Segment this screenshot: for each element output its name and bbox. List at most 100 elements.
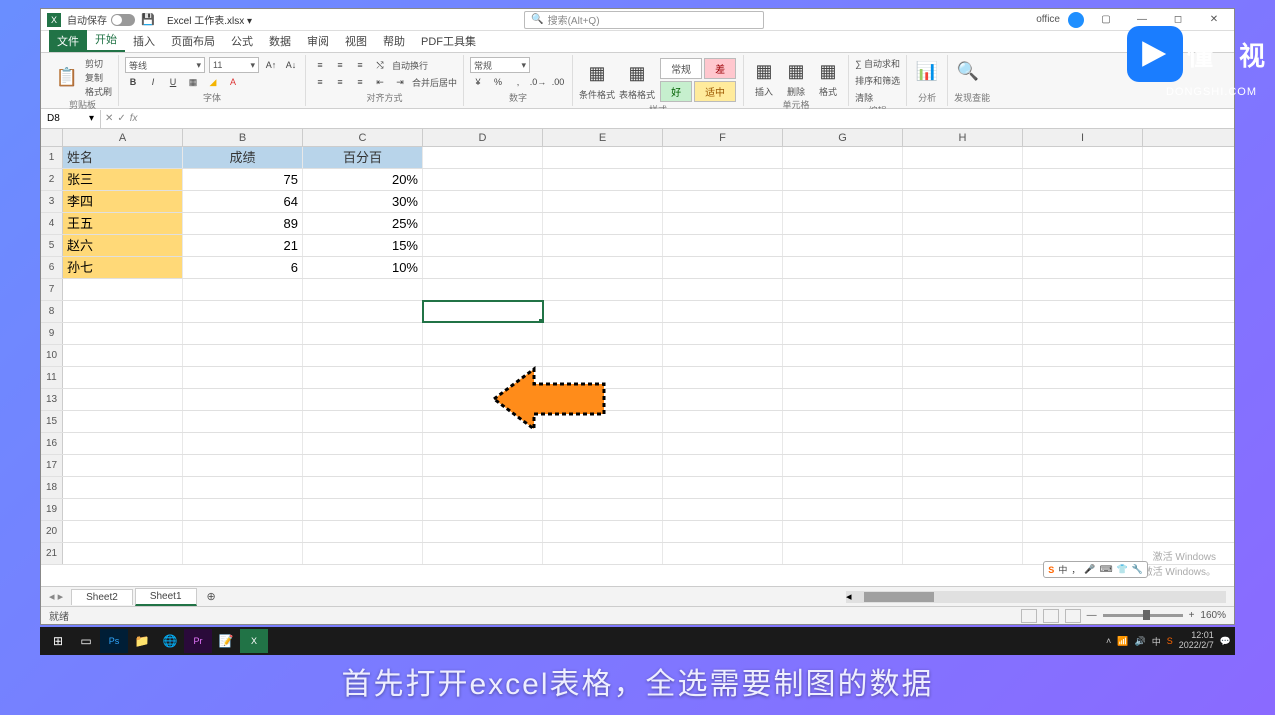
cell[interactable] bbox=[303, 367, 423, 388]
align-center-icon[interactable]: ≡ bbox=[332, 74, 348, 90]
tab-file[interactable]: 文件 bbox=[49, 30, 87, 52]
cell[interactable] bbox=[663, 543, 783, 564]
col-header[interactable]: H bbox=[903, 129, 1023, 146]
cell[interactable] bbox=[663, 323, 783, 344]
row-header[interactable]: 10 bbox=[41, 345, 63, 366]
cell[interactable] bbox=[1023, 191, 1143, 212]
decrease-font-icon[interactable]: A↓ bbox=[283, 57, 299, 73]
ribbon-options-icon[interactable]: ▢ bbox=[1092, 10, 1120, 30]
dec-inc-icon[interactable]: .0→ bbox=[530, 74, 546, 90]
page-layout-view-icon[interactable] bbox=[1043, 609, 1059, 623]
cell[interactable] bbox=[783, 301, 903, 322]
cell[interactable]: 赵六 bbox=[63, 235, 183, 256]
indent-dec-icon[interactable]: ⇤ bbox=[372, 74, 388, 90]
cell[interactable]: 百分百 bbox=[303, 147, 423, 168]
cond-format-icon[interactable]: ▦ bbox=[583, 60, 611, 88]
cell[interactable] bbox=[903, 191, 1023, 212]
col-header[interactable]: A bbox=[63, 129, 183, 146]
cell[interactable] bbox=[1023, 323, 1143, 344]
cell[interactable] bbox=[183, 455, 303, 476]
cell[interactable] bbox=[903, 499, 1023, 520]
taskbar-app-ps[interactable]: Ps bbox=[100, 629, 128, 653]
cell[interactable] bbox=[663, 345, 783, 366]
cell[interactable] bbox=[1023, 301, 1143, 322]
cell[interactable] bbox=[903, 323, 1023, 344]
autosum-button[interactable]: ∑ 自动求和 bbox=[855, 57, 900, 70]
comma-icon[interactable]: , bbox=[510, 74, 526, 90]
currency-icon[interactable]: ¥ bbox=[470, 74, 486, 90]
wrap-text-button[interactable]: 自动换行 bbox=[392, 59, 428, 72]
tray-volume-icon[interactable]: 🔊 bbox=[1134, 636, 1145, 647]
cell[interactable] bbox=[783, 499, 903, 520]
font-color-icon[interactable]: A bbox=[225, 74, 241, 90]
cell[interactable] bbox=[1023, 213, 1143, 234]
cell[interactable] bbox=[183, 477, 303, 498]
cell[interactable] bbox=[303, 323, 423, 344]
horizontal-scrollbar[interactable]: ◂ bbox=[846, 591, 1226, 603]
cell[interactable] bbox=[303, 455, 423, 476]
font-size-select[interactable]: 11▾ bbox=[209, 57, 259, 73]
cell[interactable] bbox=[183, 345, 303, 366]
cell[interactable] bbox=[783, 345, 903, 366]
enter-fx-icon[interactable]: ✓ bbox=[117, 113, 125, 124]
cell[interactable] bbox=[783, 521, 903, 542]
add-sheet-button[interactable]: ⊕ bbox=[199, 590, 224, 603]
action-center-icon[interactable]: 💬 bbox=[1220, 636, 1231, 647]
align-right-icon[interactable]: ≡ bbox=[352, 74, 368, 90]
cell[interactable] bbox=[543, 147, 663, 168]
fx-icon[interactable]: fx bbox=[130, 113, 138, 124]
cell[interactable] bbox=[423, 433, 543, 454]
analysis-icon[interactable]: 📊 bbox=[913, 57, 941, 85]
cell[interactable] bbox=[663, 499, 783, 520]
zoom-level[interactable]: 160% bbox=[1200, 610, 1226, 621]
cell[interactable] bbox=[783, 477, 903, 498]
cell[interactable] bbox=[543, 191, 663, 212]
cell[interactable] bbox=[663, 279, 783, 300]
cell[interactable] bbox=[183, 367, 303, 388]
col-header[interactable]: D bbox=[423, 129, 543, 146]
cell[interactable] bbox=[1023, 411, 1143, 432]
cell[interactable] bbox=[783, 257, 903, 278]
taskbar-app-notes[interactable]: 📝 bbox=[212, 629, 240, 653]
cell[interactable]: 20% bbox=[303, 169, 423, 190]
tab-pdf[interactable]: PDF工具集 bbox=[413, 30, 484, 52]
cell[interactable] bbox=[543, 345, 663, 366]
cell[interactable] bbox=[903, 433, 1023, 454]
tab-view[interactable]: 视图 bbox=[337, 30, 375, 52]
spreadsheet-grid[interactable]: A B C D E F G H I 1姓名成绩百分百2张三7520%3李四643… bbox=[41, 129, 1234, 586]
cell[interactable]: 李四 bbox=[63, 191, 183, 212]
row-header[interactable]: 8 bbox=[41, 301, 63, 322]
cell[interactable] bbox=[183, 323, 303, 344]
paste-icon[interactable]: 📋 bbox=[53, 64, 81, 92]
clear-button[interactable]: 清除 bbox=[855, 91, 873, 104]
cell[interactable] bbox=[903, 411, 1023, 432]
cell[interactable] bbox=[783, 191, 903, 212]
tray-up-icon[interactable]: ˄ bbox=[1106, 636, 1111, 646]
row-header[interactable]: 15 bbox=[41, 411, 63, 432]
ime-toolbar[interactable]: S 中 ， 🎤 ⌨ 👕 🔧 bbox=[1043, 561, 1148, 578]
bold-icon[interactable]: B bbox=[125, 74, 141, 90]
font-name-select[interactable]: 等线▾ bbox=[125, 57, 205, 73]
align-bottom-icon[interactable]: ≡ bbox=[352, 57, 368, 73]
cell[interactable] bbox=[903, 455, 1023, 476]
cell[interactable] bbox=[783, 323, 903, 344]
cell[interactable] bbox=[903, 367, 1023, 388]
cell[interactable] bbox=[663, 213, 783, 234]
underline-icon[interactable]: U bbox=[165, 74, 181, 90]
cell[interactable] bbox=[783, 147, 903, 168]
cell[interactable] bbox=[903, 235, 1023, 256]
col-header[interactable]: G bbox=[783, 129, 903, 146]
cell[interactable] bbox=[1023, 169, 1143, 190]
cell[interactable] bbox=[303, 411, 423, 432]
avatar[interactable] bbox=[1068, 12, 1084, 28]
cell[interactable]: 孙七 bbox=[63, 257, 183, 278]
zoom-slider[interactable] bbox=[1103, 614, 1183, 617]
select-all-corner[interactable] bbox=[41, 129, 63, 146]
fill-color-icon[interactable]: ◢ bbox=[205, 74, 221, 90]
cell[interactable] bbox=[63, 323, 183, 344]
cell[interactable] bbox=[423, 257, 543, 278]
cell[interactable] bbox=[63, 543, 183, 564]
ime-mic-icon[interactable]: 🎤 bbox=[1084, 564, 1095, 575]
cell[interactable] bbox=[423, 235, 543, 256]
format-cell-icon[interactable]: ▦ bbox=[814, 57, 842, 85]
